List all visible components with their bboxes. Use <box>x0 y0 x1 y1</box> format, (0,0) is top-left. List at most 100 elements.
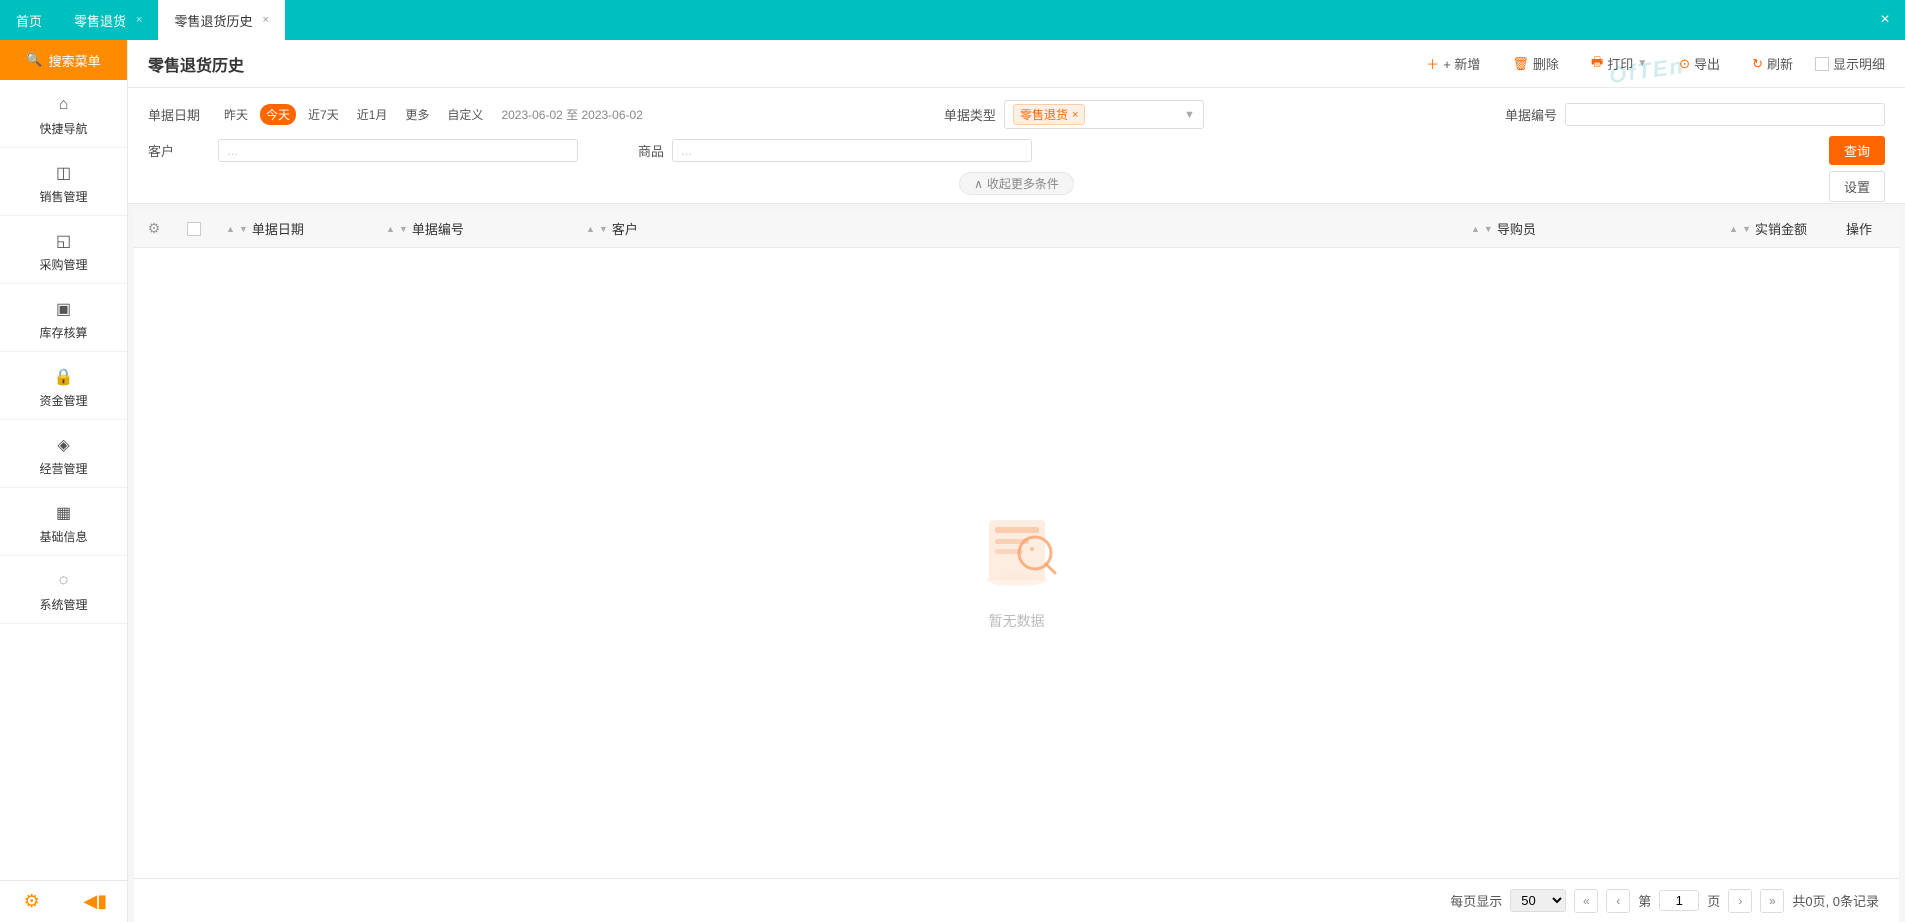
th-amount-label: 实销金额 <box>1755 219 1807 238</box>
type-tag-label: 零售退货 <box>1020 106 1068 123</box>
settings-icon: ⚙ <box>148 220 161 237</box>
prev-page-button[interactable]: ‹ <box>1606 889 1630 913</box>
total-info: 共0页, 0条记录 <box>1792 891 1879 910</box>
main-layout: 🔍 搜索菜单 ⌂ 快捷导航 ◫ 销售管理 ◱ 采购管理 ▣ 库存核算 🔒 资金 <box>0 40 1905 922</box>
tab-retail-return-history-close[interactable]: × <box>262 14 268 26</box>
settings-button[interactable]: 设置 <box>1829 171 1885 202</box>
th-billno[interactable]: ▲ ▼ 单据编号 <box>374 219 574 238</box>
sidebar-item-inventory[interactable]: ▣ 库存核算 <box>0 284 127 352</box>
billno-filter-label: 单据编号 <box>1505 105 1557 124</box>
sidebar-item-sales-mgmt[interactable]: ◫ 销售管理 <box>0 148 127 216</box>
billno-filter-input[interactable] <box>1565 103 1885 126</box>
delete-icon: 🗑 <box>1512 56 1529 72</box>
filter-section: 单据日期 昨天 今天 近7天 近1月 更多 自定义 2023-06-02 至 2… <box>128 88 1905 204</box>
page-size-select[interactable]: 50 20 100 <box>1510 889 1566 912</box>
sidebar-item-purchase-mgmt[interactable]: ◱ 采购管理 <box>0 216 127 284</box>
pagination: 每页显示 50 20 100 « ‹ 第 1 页 › » 共0页, 0条记录 <box>134 878 1899 922</box>
first-page-button[interactable]: « <box>1574 889 1598 913</box>
th-ops: 操作 <box>1819 219 1899 238</box>
print-button[interactable]: 🖶 打印 ▼ <box>1581 49 1657 79</box>
sidebar-item-quick-nav-label: 快捷导航 <box>39 120 87 137</box>
sidebar-item-purchase-label: 采购管理 <box>39 256 87 273</box>
sidebar-item-finance[interactable]: 🔒 资金管理 <box>0 352 127 420</box>
type-tag-close[interactable]: × <box>1072 109 1078 121</box>
filter-row-1: 单据日期 昨天 今天 近7天 近1月 更多 自定义 2023-06-02 至 2… <box>148 100 1885 129</box>
date-btn-7days[interactable]: 近7天 <box>302 104 345 125</box>
new-label: + 新增 <box>1443 54 1480 73</box>
sidebar-search[interactable]: 🔍 搜索菜单 <box>0 40 127 80</box>
goods-placeholder: ... <box>681 143 692 158</box>
window-close-button[interactable]: × <box>1865 0 1905 40</box>
tab-list: 首页 零售退货 × 零售退货历史 × <box>0 0 1865 40</box>
th-date[interactable]: ▲ ▼ 单据日期 <box>214 219 374 238</box>
purchase-icon: ◱ <box>53 230 75 252</box>
tab-home-label: 首页 <box>16 11 42 30</box>
th-gear[interactable]: ⚙ <box>134 220 174 237</box>
home-icon: ⌂ <box>53 94 75 116</box>
tab-retail-return-close[interactable]: × <box>136 14 142 26</box>
last-page-button[interactable]: » <box>1760 889 1784 913</box>
date-btn-today[interactable]: 今天 <box>260 104 296 125</box>
sidebar-item-system[interactable]: ◌ 系统管理 <box>0 556 127 624</box>
sidebar-item-operations[interactable]: ◈ 经营管理 <box>0 420 127 488</box>
page-input[interactable]: 1 <box>1659 890 1699 911</box>
tab-retail-return-label: 零售退货 <box>74 11 126 30</box>
collapse-button[interactable]: ∧ 收起更多条件 <box>959 172 1074 195</box>
sort-up-icon: ▲ <box>226 224 235 234</box>
sidebar-item-base-info-label: 基础信息 <box>39 528 87 545</box>
tab-home[interactable]: 首页 <box>0 0 58 40</box>
type-tag: 零售退货 × <box>1013 104 1085 125</box>
display-detail-toggle[interactable]: 显示明细 <box>1815 54 1885 73</box>
date-options: 昨天 今天 近7天 近1月 更多 自定义 <box>218 104 489 125</box>
sidebar-item-operations-label: 经营管理 <box>39 460 87 477</box>
sidebar-settings-icon[interactable]: ⚙ <box>16 886 48 918</box>
sidebar-item-inventory-label: 库存核算 <box>39 324 87 341</box>
goods-filter-input[interactable]: ... <box>672 139 1032 162</box>
th-ops-label: 操作 <box>1846 219 1872 238</box>
th-select-all[interactable] <box>174 222 214 236</box>
page-unit: 页 <box>1707 891 1720 910</box>
sidebar-volume-icon[interactable]: ◀▮ <box>79 886 111 918</box>
th-date-label: 单据日期 <box>252 219 304 238</box>
sidebar-item-sales-label: 销售管理 <box>39 188 87 205</box>
search-icon: 🔍 <box>26 52 42 68</box>
base-info-icon: ▦ <box>53 502 75 524</box>
sidebar-item-quick-nav[interactable]: ⌂ 快捷导航 <box>0 80 127 148</box>
filter-actions: 查询 设置 <box>1829 136 1885 202</box>
new-button[interactable]: ＋ + 新增 <box>1416 50 1490 77</box>
sidebar-item-base-info[interactable]: ▦ 基础信息 <box>0 488 127 556</box>
select-all-checkbox[interactable] <box>187 222 201 236</box>
sort-up-icon5: ▲ <box>1729 224 1738 234</box>
customer-filter-input[interactable]: ... <box>218 139 578 162</box>
th-customer[interactable]: ▲ ▼ 客户 <box>574 219 1459 238</box>
sort-down-icon3: ▼ <box>599 224 608 234</box>
delete-button[interactable]: 🗑 删除 <box>1502 50 1569 77</box>
refresh-button[interactable]: ↻ 刷新 <box>1742 50 1803 77</box>
inventory-icon: ▣ <box>53 298 75 320</box>
date-btn-custom[interactable]: 自定义 <box>441 104 489 125</box>
tab-retail-return[interactable]: 零售退货 × <box>58 0 158 40</box>
system-icon: ◌ <box>53 570 75 592</box>
query-button[interactable]: 查询 <box>1829 136 1885 165</box>
th-guide[interactable]: ▲ ▼ 导购员 <box>1459 219 1659 238</box>
date-btn-yesterday[interactable]: 昨天 <box>218 104 254 125</box>
export-button[interactable]: ⊙ 导出 <box>1669 50 1730 77</box>
finance-icon: 🔒 <box>53 366 75 388</box>
th-amount[interactable]: ▲ ▼ 实销金额 <box>1659 219 1819 238</box>
th-customer-label: 客户 <box>612 219 638 238</box>
plus-icon: ＋ <box>1426 54 1439 73</box>
refresh-label: 刷新 <box>1767 54 1793 73</box>
export-icon: ⊙ <box>1679 56 1690 72</box>
page-word: 第 <box>1638 891 1651 910</box>
type-filter-select[interactable]: 零售退货 × ▼ <box>1004 100 1204 129</box>
print-dropdown-icon: ▼ <box>1637 58 1647 69</box>
date-btn-1month[interactable]: 近1月 <box>351 104 394 125</box>
th-billno-label: 单据编号 <box>412 219 464 238</box>
next-page-button[interactable]: › <box>1728 889 1752 913</box>
sort-up-icon2: ▲ <box>386 224 395 234</box>
empty-state: 暂无数据 <box>134 248 1899 878</box>
tab-retail-return-history-label: 零售退货历史 <box>174 11 252 30</box>
display-detail-checkbox[interactable] <box>1815 57 1829 71</box>
tab-retail-return-history[interactable]: 零售退货历史 × <box>158 0 284 40</box>
date-btn-more[interactable]: 更多 <box>399 104 435 125</box>
